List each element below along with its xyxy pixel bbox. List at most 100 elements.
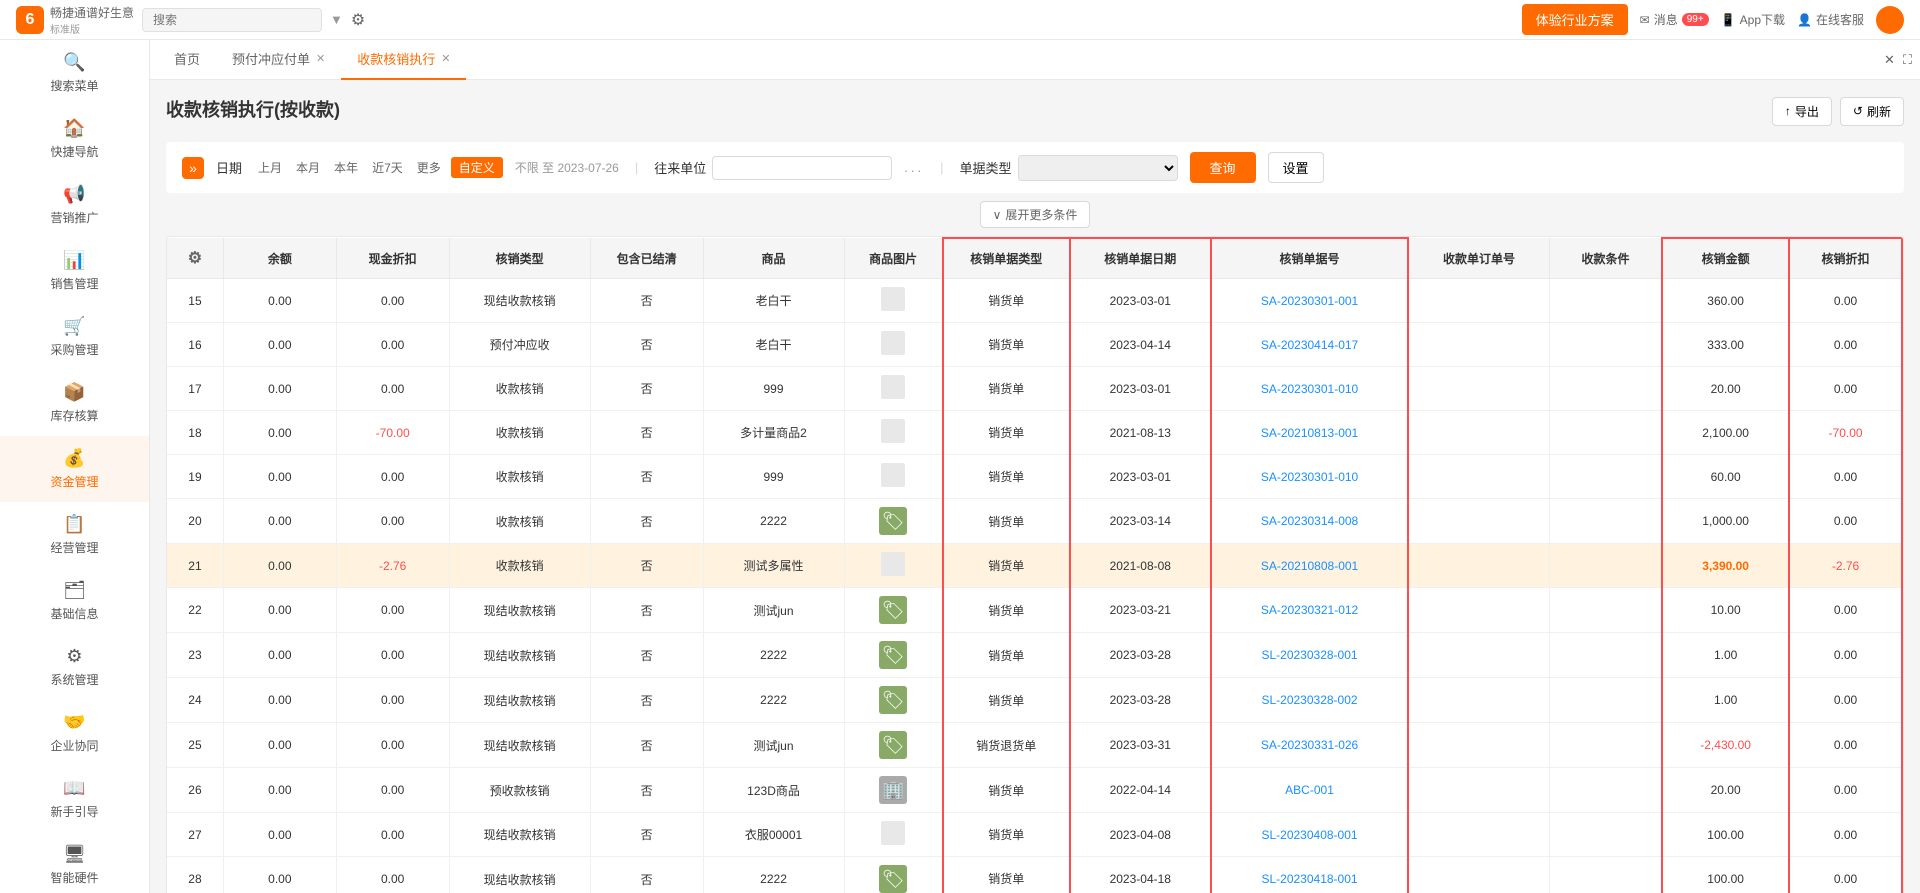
- bill-no-link[interactable]: SA-20230301-010: [1261, 470, 1358, 484]
- cell-includes-cleared: 否: [590, 678, 703, 723]
- sidebar-item-purchase[interactable]: 🛒 采购管理: [0, 304, 149, 370]
- cell-includes-cleared: 否: [590, 544, 703, 588]
- tab-receipt-cancel-close-icon[interactable]: ✕: [441, 52, 450, 65]
- col-header-settings[interactable]: ⚙: [167, 238, 223, 279]
- filter-from-unit-input[interactable]: [712, 156, 892, 180]
- cell-cancel-amount: -2,430.00: [1662, 723, 1789, 768]
- col-header-bill-date: 核销单据日期: [1070, 238, 1211, 279]
- cell-cancel-discount: 0.00: [1789, 678, 1902, 723]
- date-opt-last-month[interactable]: 上月: [254, 157, 286, 178]
- maximize-icon[interactable]: ⛶: [1903, 52, 1912, 68]
- sidebar-item-marketing[interactable]: 📢 营销推广: [0, 172, 149, 238]
- page-content: 收款核销执行(按收款) ↑ 导出 ↺ 刷新 » 日期 上月: [150, 80, 1920, 893]
- expand-more-icon: ∨: [993, 208, 1002, 222]
- sidebar-item-sales[interactable]: 📊 销售管理: [0, 238, 149, 304]
- user-avatar[interactable]: [1876, 6, 1904, 34]
- filter-expand-button[interactable]: »: [182, 157, 204, 179]
- cell-product-img: [844, 813, 943, 857]
- cell-product: 123D商品: [703, 768, 844, 813]
- sidebar-item-operation[interactable]: 📋 经营管理: [0, 502, 149, 568]
- bill-no-link[interactable]: SL-20230328-002: [1261, 693, 1357, 707]
- cell-cancel-discount: 0.00: [1789, 455, 1902, 499]
- settings-icon[interactable]: ⚙: [351, 10, 365, 30]
- sidebar-label-system: 系统管理: [50, 671, 98, 688]
- date-opt-more[interactable]: 更多: [413, 157, 445, 178]
- cell-row-num: 18: [167, 411, 223, 455]
- tab-receipt-cancel[interactable]: 收款核销执行 ✕: [341, 40, 466, 80]
- bill-no-link[interactable]: SA-20230321-012: [1261, 603, 1358, 617]
- bill-no-link[interactable]: SA-20230314-008: [1261, 514, 1358, 528]
- cell-bill-date: 2023-03-28: [1070, 633, 1211, 678]
- cell-product: 多计量商品2: [703, 411, 844, 455]
- search-input[interactable]: [142, 8, 322, 32]
- app-download-label: App下载: [1740, 11, 1785, 28]
- bill-no-link[interactable]: SA-20230301-010: [1261, 382, 1358, 396]
- sidebar-item-quick-nav[interactable]: 🏠 快捷导航: [0, 106, 149, 172]
- bill-no-link[interactable]: ABC-001: [1285, 783, 1334, 797]
- tab-prepay-close-icon[interactable]: ✕: [316, 52, 325, 65]
- sidebar-label-quick-nav: 快捷导航: [50, 143, 98, 160]
- close-tab-icon[interactable]: ✕: [1884, 52, 1895, 68]
- date-opt-custom[interactable]: 自定义: [451, 157, 503, 178]
- tab-home[interactable]: 首页: [158, 40, 216, 80]
- top-bar-left: 6 畅捷通谱好生意 标准版 ▼ ⚙: [16, 4, 365, 36]
- cell-cancel-type: 收款核销: [449, 367, 590, 411]
- sidebar-item-search-menu[interactable]: 🔍 搜索菜单: [0, 40, 149, 106]
- cell-balance: 0.00: [223, 279, 336, 323]
- cell-bill-no: SA-20230301-001: [1211, 279, 1408, 323]
- table-row: 20 0.00 0.00 收款核销 否 2222 🏷 销货单 2023-03-1…: [167, 499, 1902, 544]
- table-settings-icon[interactable]: ⚙: [188, 250, 202, 267]
- expand-more-button[interactable]: ∨ 展开更多条件: [980, 201, 1091, 228]
- sidebar-item-basic-info[interactable]: 🗂 基础信息: [0, 568, 149, 634]
- bill-no-link[interactable]: SL-20230328-001: [1261, 648, 1357, 662]
- cell-balance: 0.00: [223, 499, 336, 544]
- bill-no-link[interactable]: SA-20210808-001: [1261, 559, 1358, 573]
- cell-includes-cleared: 否: [590, 411, 703, 455]
- cell-balance: 0.00: [223, 857, 336, 893]
- setting-button[interactable]: 设置: [1268, 152, 1324, 183]
- sidebar-item-inventory[interactable]: 📦 库存核算: [0, 370, 149, 436]
- bill-no-link[interactable]: SL-20230418-001: [1261, 872, 1357, 886]
- cell-bill-no: SL-20230328-002: [1211, 678, 1408, 723]
- sidebar-item-hardware[interactable]: 🖥 智能硬件: [0, 832, 149, 893]
- bill-no-link[interactable]: SA-20230414-017: [1261, 338, 1358, 352]
- date-opt-this-month[interactable]: 本月: [292, 157, 324, 178]
- cell-cash-discount: 0.00: [336, 455, 449, 499]
- query-button[interactable]: 查询: [1190, 152, 1256, 183]
- refresh-button[interactable]: ↺ 刷新: [1840, 97, 1904, 126]
- tab-prepay[interactable]: 预付冲应付单 ✕: [216, 40, 341, 80]
- data-table-container: ⚙ 余额 现金折扣 核销类型 包含已结清 商品 商品图片 核销单据类型 核销单据…: [166, 236, 1904, 893]
- app-download-btn[interactable]: 📱 App下载: [1721, 11, 1785, 28]
- cell-product: 测试jun: [703, 588, 844, 633]
- col-header-receipt-condition: 收款条件: [1549, 238, 1662, 279]
- bill-no-link[interactable]: SA-20210813-001: [1261, 426, 1358, 440]
- message-btn[interactable]: ✉ 消息 99+: [1640, 11, 1709, 28]
- online-service-btn[interactable]: 👤 在线客服: [1797, 11, 1864, 28]
- bill-no-link[interactable]: SA-20230301-001: [1261, 294, 1358, 308]
- bill-no-link[interactable]: SA-20230331-026: [1261, 738, 1358, 752]
- table-row: 24 0.00 0.00 现结收款核销 否 2222 🏷 销货单 2023-03…: [167, 678, 1902, 723]
- cell-includes-cleared: 否: [590, 279, 703, 323]
- sidebar-item-system[interactable]: ⚙ 系统管理: [0, 634, 149, 700]
- cell-bill-date: 2023-03-01: [1070, 455, 1211, 499]
- sidebar-label-enterprise: 企业协同: [50, 737, 98, 754]
- sidebar-item-finance[interactable]: 💰 资金管理: [0, 436, 149, 502]
- cell-bill-no: SA-20230301-010: [1211, 367, 1408, 411]
- dropdown-icon[interactable]: ▼: [330, 12, 343, 27]
- product-image: [881, 821, 905, 845]
- cell-cancel-amount: 20.00: [1662, 367, 1789, 411]
- date-opt-this-year[interactable]: 本年: [330, 157, 362, 178]
- cell-includes-cleared: 否: [590, 455, 703, 499]
- sidebar-item-enterprise[interactable]: 🤝 企业协同: [0, 700, 149, 766]
- cell-bill-no: SA-20230301-010: [1211, 455, 1408, 499]
- export-button[interactable]: ↑ 导出: [1772, 97, 1832, 126]
- cell-receipt-condition: [1549, 768, 1662, 813]
- sidebar-item-guide[interactable]: 📖 新手引导: [0, 766, 149, 832]
- solution-button[interactable]: 体验行业方案: [1522, 4, 1628, 35]
- cell-balance: 0.00: [223, 544, 336, 588]
- bill-no-link[interactable]: SL-20230408-001: [1261, 828, 1357, 842]
- data-table: ⚙ 余额 现金折扣 核销类型 包含已结清 商品 商品图片 核销单据类型 核销单据…: [167, 237, 1903, 893]
- date-opt-7days[interactable]: 近7天: [368, 157, 407, 178]
- filter-bill-type-select[interactable]: [1018, 155, 1178, 181]
- search-menu-icon: 🔍: [63, 52, 85, 73]
